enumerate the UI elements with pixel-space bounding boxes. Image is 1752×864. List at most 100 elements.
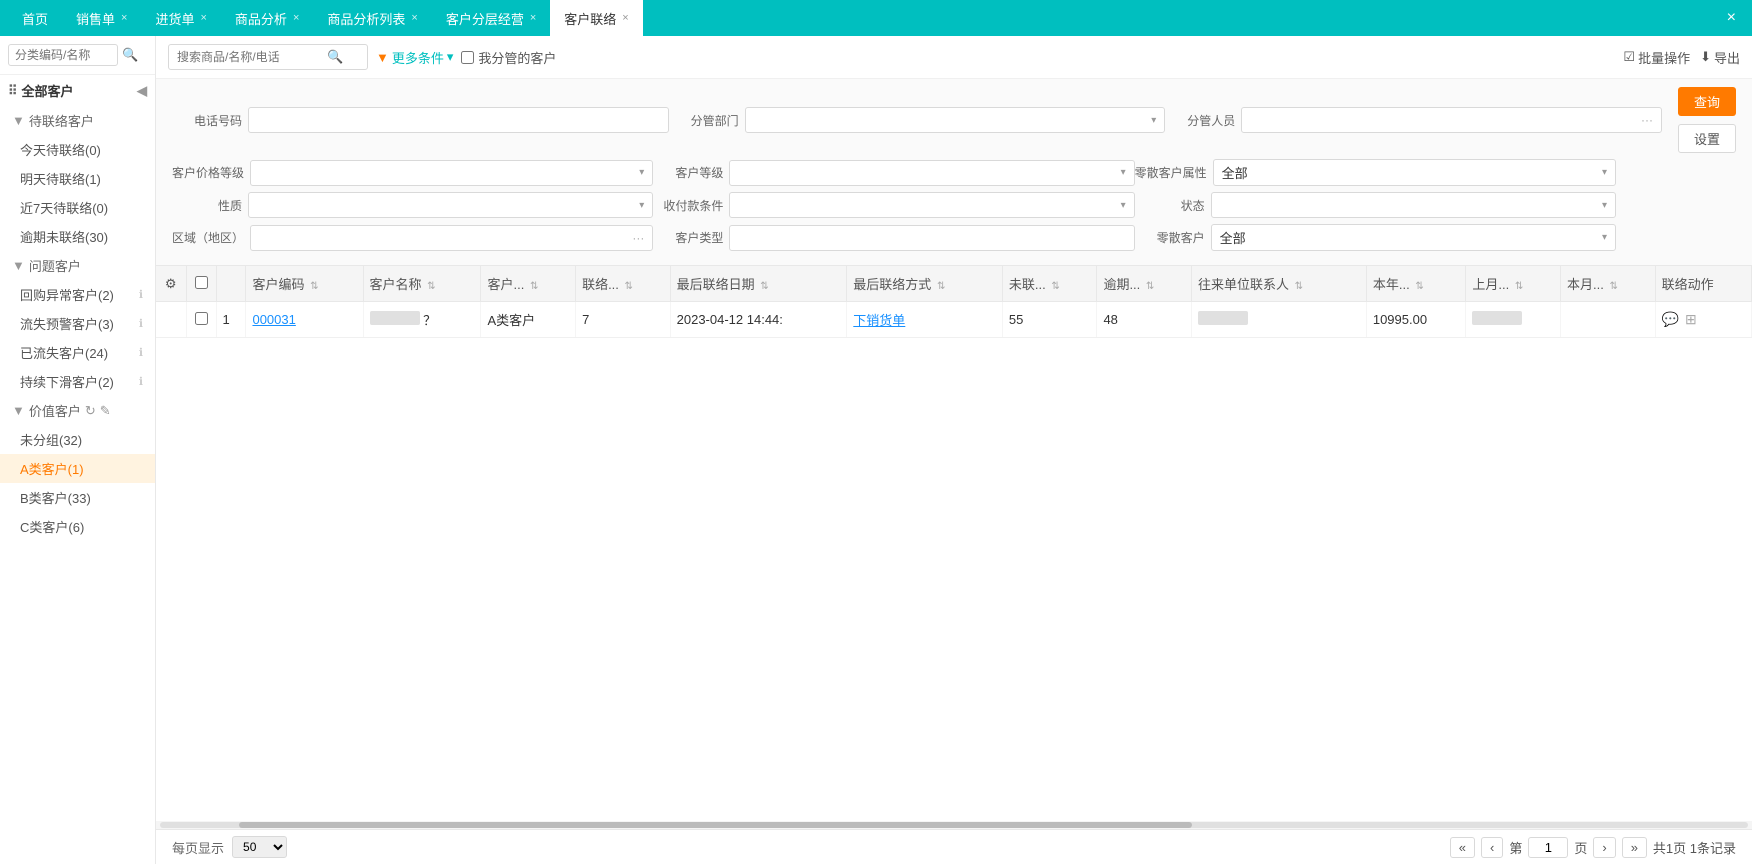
footer: 每页显示 50 100 200 « ‹ 第 页 › » 共1页 1条记录 [156,829,1752,864]
filter-manager-input[interactable]: ··· [1241,107,1662,133]
col-gear[interactable]: ⚙ [156,266,186,302]
sort-name-icon: ⇅ [427,281,435,292]
sidebar-item-unclassified[interactable]: 未分组(32) [0,425,155,454]
per-page-select[interactable]: 50 100 200 [232,836,287,858]
filter-payment-select[interactable]: ▾ [729,192,1134,218]
col-overdue[interactable]: 逾期... ⇅ [1097,266,1192,302]
message-icon[interactable]: 💬 [1662,311,1679,328]
nav-product-list[interactable]: 商品分析列表 × [313,0,431,36]
close-product-analysis-tab[interactable]: × [293,12,299,24]
filter-retail-attr-select[interactable]: 全部 ▾ [1213,159,1616,186]
more-filters-btn[interactable]: ▼ 更多条件 ▾ [376,48,453,67]
chevron-level: ▾ [1121,167,1126,178]
all-customers-header[interactable]: ⠿ 全部客户 ◀ [0,75,155,106]
problem-customers-group[interactable]: ▼ 问题客户 [0,251,155,280]
toolbar: 🔍 ▼ 更多条件 ▾ 我分管的客户 ☑ 批量操作 ⬇ 导出 [156,36,1752,79]
filter-customer-level-select[interactable]: ▾ [729,160,1134,186]
refresh-icon[interactable]: ↻ [85,403,96,419]
first-page-btn[interactable]: « [1450,837,1475,858]
sidebar-item-today[interactable]: 今天待联络(0) [0,135,155,164]
my-customer-toggle[interactable]: 我分管的客户 [461,48,556,67]
next-page-btn[interactable]: › [1593,837,1615,858]
close-sales-tab[interactable]: × [121,12,127,24]
close-customer-contact-tab[interactable]: × [622,12,628,24]
col-this-month[interactable]: 本月... ⇅ [1561,266,1656,302]
col-name[interactable]: 客户名称 ⇅ [363,266,481,302]
sidebar-search-input[interactable] [8,44,118,66]
nav-customer-tier[interactable]: 客户分层经营 × [432,0,550,36]
sidebar-item-class-b[interactable]: B类客户(33) [0,483,155,512]
col-this-year[interactable]: 本年... ⇅ [1366,266,1466,302]
sidebar-item-tomorrow[interactable]: 明天待联络(1) [0,164,155,193]
unit-contact-blurred [1198,311,1248,325]
arrow-icon2: ▼ [12,258,25,273]
collapse-icon[interactable]: ◀ [137,83,147,99]
select-all-checkbox[interactable] [195,276,208,289]
filter-payment: 收付款条件 ▾ [653,192,1134,218]
row-select-checkbox[interactable] [195,312,208,325]
horizontal-scrollbar[interactable] [156,821,1752,829]
settings-button[interactable]: 设置 [1678,124,1736,153]
sidebar-item-overdue[interactable]: 逾期未联络(30) [0,222,155,251]
sidebar-item-churned[interactable]: 已流失客户(24) ℹ [0,338,155,367]
nav-product-analysis[interactable]: 商品分析 × [221,0,313,36]
col-no-contact[interactable]: 未联... ⇅ [1002,266,1097,302]
row-level: A类客户 [481,302,576,338]
filter-status-select[interactable]: ▾ [1211,192,1616,218]
sort-overdue-icon: ⇅ [1146,281,1154,292]
close-product-list-tab[interactable]: × [411,12,417,24]
filter-phone-input[interactable] [248,107,669,133]
query-button[interactable]: 查询 [1678,87,1736,116]
close-all-btn[interactable]: × [1719,9,1744,27]
close-customer-tier-tab[interactable]: × [530,12,536,24]
col-code[interactable]: 客户编码 ⇅ [246,266,363,302]
scrollbar-thumb[interactable] [239,822,1192,828]
edit-icon[interactable]: ✎ [100,403,111,419]
row-checkbox[interactable] [186,302,216,338]
nav-purchase[interactable]: 进货单 × [141,0,220,36]
sidebar-item-churn-warning[interactable]: 流失预警客户(3) ℹ [0,309,155,338]
nav-customer-contact[interactable]: 客户联络 × [550,0,642,36]
filter-price-select[interactable]: ▾ [250,160,653,186]
page-input[interactable] [1528,837,1568,858]
sidebar-item-class-c[interactable]: C类客户(6) [0,512,155,541]
main-search-input[interactable] [177,50,327,64]
my-customer-checkbox[interactable] [461,51,474,64]
col-level[interactable]: 客户... ⇅ [481,266,576,302]
filter-customer-type-input[interactable] [729,225,1134,251]
filter-nature-select[interactable]: ▾ [248,192,653,218]
customer-table: ⚙ 客户编码 ⇅ 客户名称 ⇅ [156,266,1752,338]
value-customers-group[interactable]: ▼ 价值客户 ↻ ✎ [0,396,155,425]
nav-sales[interactable]: 销售单 × [62,0,141,36]
prev-page-btn[interactable]: ‹ [1481,837,1503,858]
close-purchase-tab[interactable]: × [200,12,206,24]
main-search-icon[interactable]: 🔍 [327,49,343,65]
nav-home[interactable]: 首页 [8,0,62,36]
col-index [216,266,246,302]
filter-retail-customer-select[interactable]: 全部 ▾ [1211,224,1616,251]
sidebar-item-class-a[interactable]: A类客户(1) [0,454,155,483]
col-last-month[interactable]: 上月... ⇅ [1466,266,1561,302]
sidebar-search-icon[interactable]: 🔍 [122,47,138,63]
action-buttons: 查询 设置 [1678,87,1736,153]
sidebar-item-repurchase-abnormal[interactable]: 回购异常客户(2) ℹ [0,280,155,309]
last-method-link[interactable]: 下销货单 [853,313,905,328]
pending-contact-group[interactable]: ▼ 待联络客户 [0,106,155,135]
filter-nature-label: 性质 [172,197,242,214]
col-contact[interactable]: 联络... ⇅ [576,266,671,302]
row-last-method[interactable]: 下销货单 [847,302,1003,338]
col-last-date[interactable]: 最后联络日期 ⇅ [670,266,847,302]
filter-dept-select[interactable]: ▾ [745,107,1166,133]
last-page-btn[interactable]: » [1622,837,1647,858]
batch-op-btn[interactable]: ☑ 批量操作 [1623,48,1690,67]
sidebar-item-declining[interactable]: 持续下滑客户(2) ℹ [0,367,155,396]
qr-icon[interactable]: ⊞ [1685,311,1697,328]
filter-price-label: 客户价格等级 [172,164,244,181]
filter-region-select[interactable]: ··· [250,225,653,251]
sidebar-item-7days[interactable]: 近7天待联络(0) [0,193,155,222]
table-header-row: ⚙ 客户编码 ⇅ 客户名称 ⇅ [156,266,1752,302]
export-btn[interactable]: ⬇ 导出 [1700,48,1740,67]
col-unit-contact[interactable]: 往来单位联系人 ⇅ [1192,266,1367,302]
row-code[interactable]: 000031 [246,302,363,338]
col-last-method[interactable]: 最后联络方式 ⇅ [847,266,1003,302]
